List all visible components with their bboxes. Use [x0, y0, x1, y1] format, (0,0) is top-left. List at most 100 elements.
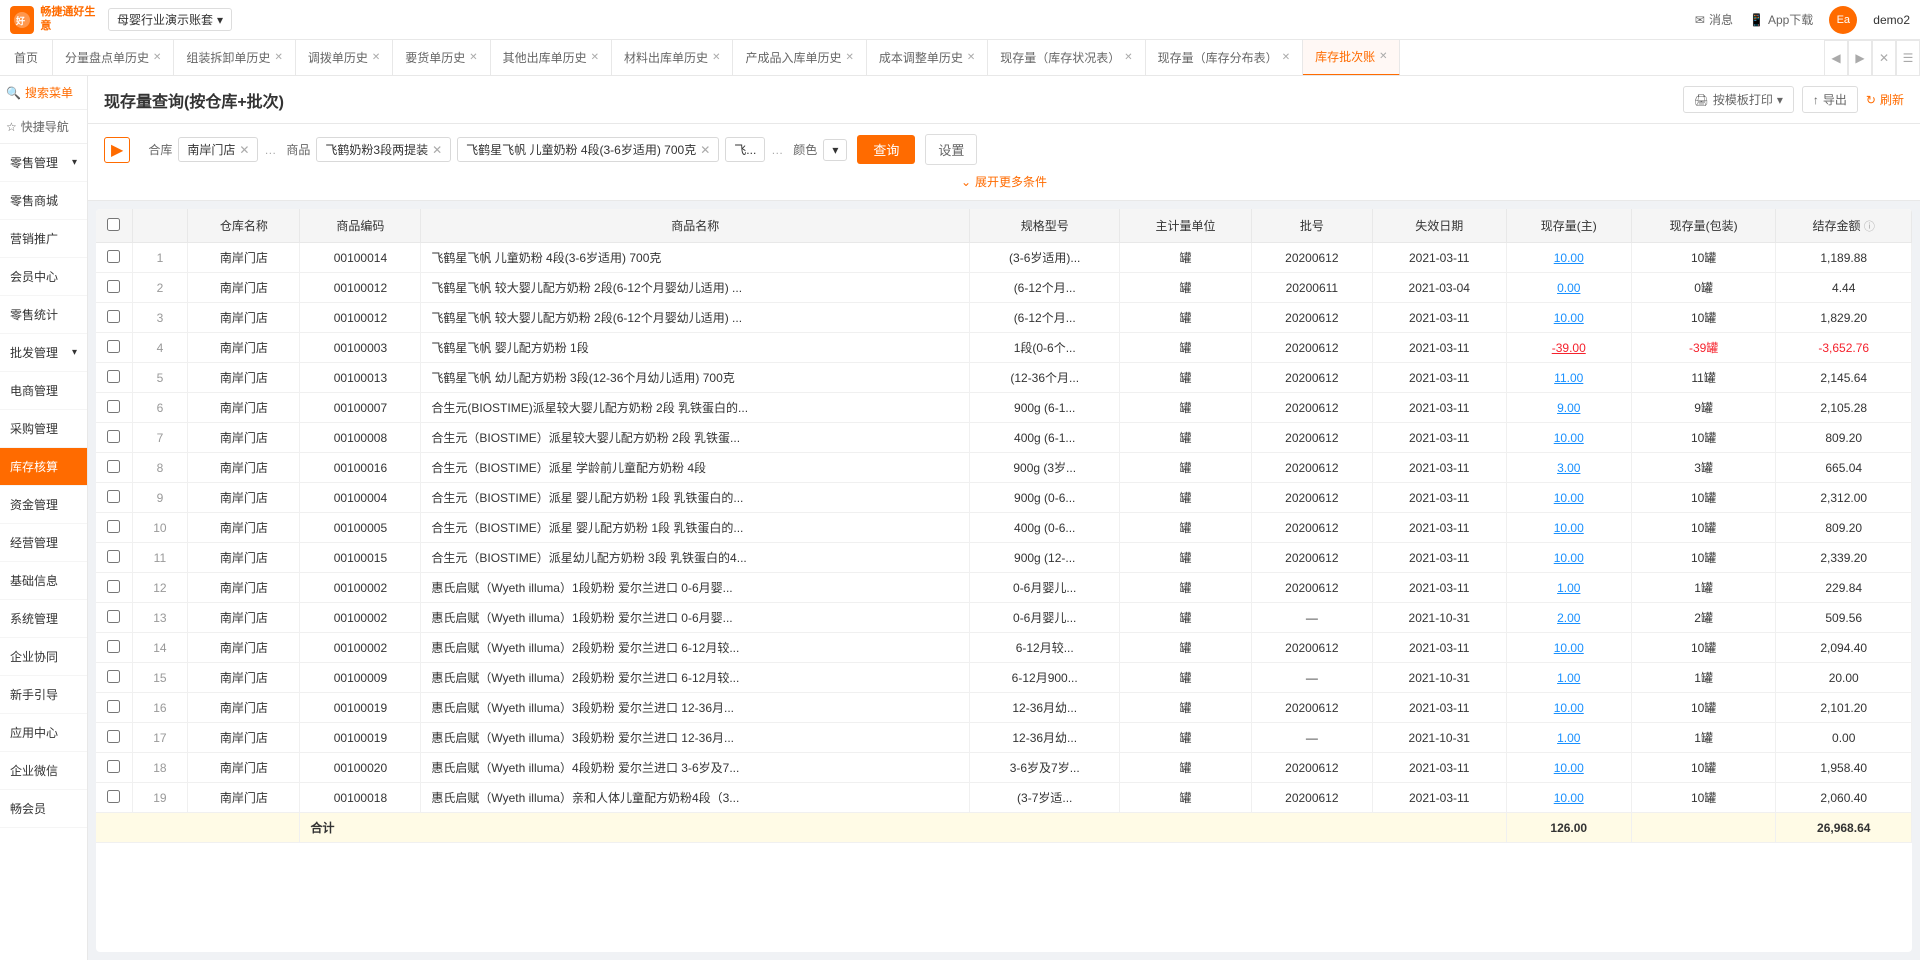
warehouse-more-icon[interactable]: … — [264, 143, 276, 157]
tab-disassemble[interactable]: 组装拆卸单历史 ✕ — [174, 40, 295, 76]
row-checkbox[interactable] — [107, 490, 120, 503]
sidebar-item-retail-stat[interactable]: 零售统计 — [0, 296, 87, 334]
row-stock-main[interactable]: 10.00 — [1506, 783, 1631, 813]
row-checkbox[interactable] — [107, 340, 120, 353]
row-stock-main[interactable]: 10.00 — [1506, 633, 1631, 663]
settings-button[interactable]: 设置 — [925, 134, 977, 165]
close-icon[interactable]: ✕ — [845, 52, 853, 63]
color-dropdown[interactable]: ▾ — [823, 139, 847, 161]
industry-selector[interactable]: 母婴行业演示账套 ▾ — [108, 8, 232, 31]
row-checkbox[interactable] — [107, 610, 120, 623]
close-icon[interactable]: ✕ — [1379, 51, 1387, 62]
sidebar-item-finance[interactable]: 资金管理 — [0, 486, 87, 524]
tab-cost-adjust[interactable]: 成本调整单历史 ✕ — [867, 40, 988, 76]
sidebar-item-system[interactable]: 系统管理 — [0, 600, 87, 638]
close-icon[interactable]: ✕ — [1124, 52, 1132, 63]
expand-filter-button[interactable]: ⌄ 展开更多条件 — [104, 173, 1904, 190]
row-stock-main[interactable]: 10.00 — [1506, 483, 1631, 513]
sidebar-item-operations[interactable]: 经营管理 — [0, 524, 87, 562]
sidebar-quick-nav[interactable]: ☆ 快捷导航 — [0, 110, 87, 144]
filter-expand-arrow[interactable]: ▶ — [104, 137, 130, 163]
row-stock-main[interactable]: 9.00 — [1506, 393, 1631, 423]
tab-menu-icon[interactable]: ☰ — [1896, 40, 1920, 76]
product-tag-more[interactable]: 飞... — [725, 137, 765, 162]
print-button[interactable]: 🖨 按模板打印 ▾ — [1683, 86, 1794, 113]
tab-split-inventory[interactable]: 分量盘点单历史 ✕ — [53, 40, 174, 76]
tab-requisition[interactable]: 要货单历史 ✕ — [393, 40, 490, 76]
row-checkbox[interactable] — [107, 640, 120, 653]
sidebar-item-ecommerce[interactable]: 电商管理 — [0, 372, 87, 410]
tab-stock-status[interactable]: 现存量（库存状况表） ✕ — [988, 40, 1145, 76]
sidebar-item-retail[interactable]: 零售管理 ▾ — [0, 144, 87, 182]
row-stock-main[interactable]: 10.00 — [1506, 243, 1631, 273]
tab-stock-dist[interactable]: 现存量（库存分布表） ✕ — [1146, 40, 1303, 76]
sidebar-item-vip[interactable]: 畅会员 — [0, 790, 87, 828]
tab-close-icon[interactable]: ✕ — [1872, 40, 1896, 76]
tab-product-in[interactable]: 产成品入库单历史 ✕ — [733, 40, 866, 76]
row-checkbox[interactable] — [107, 430, 120, 443]
tab-batch-voucher[interactable]: 库存批次账 ✕ — [1303, 40, 1400, 76]
sidebar-item-retail-mall[interactable]: 零售商城 — [0, 182, 87, 220]
sidebar-item-wholesale[interactable]: 批发管理 ▾ — [0, 334, 87, 372]
sidebar-item-basics[interactable]: 基础信息 — [0, 562, 87, 600]
app-download-button[interactable]: 📱 App下载 — [1749, 11, 1813, 28]
row-checkbox[interactable] — [107, 550, 120, 563]
product-tag-2-close-icon[interactable]: ✕ — [700, 143, 710, 157]
sidebar-item-appstore[interactable]: 应用中心 — [0, 714, 87, 752]
row-stock-main[interactable]: 10.00 — [1506, 543, 1631, 573]
sidebar-item-guide[interactable]: 新手引导 — [0, 676, 87, 714]
tab-home[interactable]: 首页 — [0, 40, 53, 76]
product-tag-1-close-icon[interactable]: ✕ — [432, 143, 442, 157]
product-tag-2[interactable]: 飞鹤星飞帆 儿童奶粉 4段(3-6岁适用) 700克 ✕ — [457, 137, 719, 162]
row-stock-main[interactable]: 1.00 — [1506, 723, 1631, 753]
row-stock-main[interactable]: 10.00 — [1506, 303, 1631, 333]
export-button[interactable]: ↑ 导出 — [1802, 86, 1858, 113]
tab-prev-arrow[interactable]: ◀ — [1824, 40, 1848, 76]
sidebar-search[interactable]: 🔍 搜索菜单 — [0, 76, 87, 110]
refresh-button[interactable]: ↻ 刷新 — [1866, 91, 1904, 108]
warehouse-tag[interactable]: 南岸门店 ✕ — [178, 137, 258, 162]
row-stock-main[interactable]: 1.00 — [1506, 573, 1631, 603]
row-checkbox[interactable] — [107, 760, 120, 773]
query-button[interactable]: 查询 — [857, 135, 915, 164]
close-icon[interactable]: ✕ — [372, 52, 380, 63]
row-stock-main[interactable]: 11.00 — [1506, 363, 1631, 393]
row-checkbox[interactable] — [107, 670, 120, 683]
row-stock-main[interactable]: 2.00 — [1506, 603, 1631, 633]
tab-next-arrow[interactable]: ▶ — [1848, 40, 1872, 76]
row-stock-main[interactable]: 0.00 — [1506, 273, 1631, 303]
row-checkbox[interactable] — [107, 250, 120, 263]
warehouse-tag-close-icon[interactable]: ✕ — [239, 143, 249, 157]
select-all-checkbox[interactable] — [107, 218, 120, 231]
row-stock-main[interactable]: 10.00 — [1506, 753, 1631, 783]
sidebar-item-purchase[interactable]: 采购管理 — [0, 410, 87, 448]
tab-transfer[interactable]: 调拨单历史 ✕ — [296, 40, 393, 76]
tab-material-out[interactable]: 材料出库单历史 ✕ — [612, 40, 733, 76]
product-more-icon[interactable]: … — [771, 143, 783, 157]
sidebar-item-wechat[interactable]: 企业微信 — [0, 752, 87, 790]
close-icon[interactable]: ✕ — [967, 52, 975, 63]
close-icon[interactable]: ✕ — [712, 52, 720, 63]
sidebar-item-inventory[interactable]: 库存核算 — [0, 448, 87, 486]
close-icon[interactable]: ✕ — [153, 52, 161, 63]
row-checkbox[interactable] — [107, 310, 120, 323]
close-icon[interactable]: ✕ — [1282, 52, 1290, 63]
row-stock-main[interactable]: 10.00 — [1506, 693, 1631, 723]
message-button[interactable]: ✉ 消息 — [1695, 11, 1733, 28]
avatar[interactable]: Ea — [1829, 6, 1857, 34]
row-checkbox[interactable] — [107, 790, 120, 803]
close-icon[interactable]: ✕ — [274, 52, 282, 63]
row-stock-main[interactable]: 10.00 — [1506, 513, 1631, 543]
row-stock-main[interactable]: 1.00 — [1506, 663, 1631, 693]
row-checkbox[interactable] — [107, 730, 120, 743]
row-stock-main[interactable]: 10.00 — [1506, 423, 1631, 453]
sidebar-item-cooperation[interactable]: 企业协同 — [0, 638, 87, 676]
row-checkbox[interactable] — [107, 520, 120, 533]
row-checkbox[interactable] — [107, 700, 120, 713]
tab-other-out[interactable]: 其他出库单历史 ✕ — [491, 40, 612, 76]
row-checkbox[interactable] — [107, 460, 120, 473]
row-checkbox[interactable] — [107, 280, 120, 293]
sidebar-item-marketing[interactable]: 营销推广 — [0, 220, 87, 258]
product-tag-1[interactable]: 飞鹤奶粉3段两提装 ✕ — [316, 137, 451, 162]
close-icon[interactable]: ✕ — [469, 52, 477, 63]
